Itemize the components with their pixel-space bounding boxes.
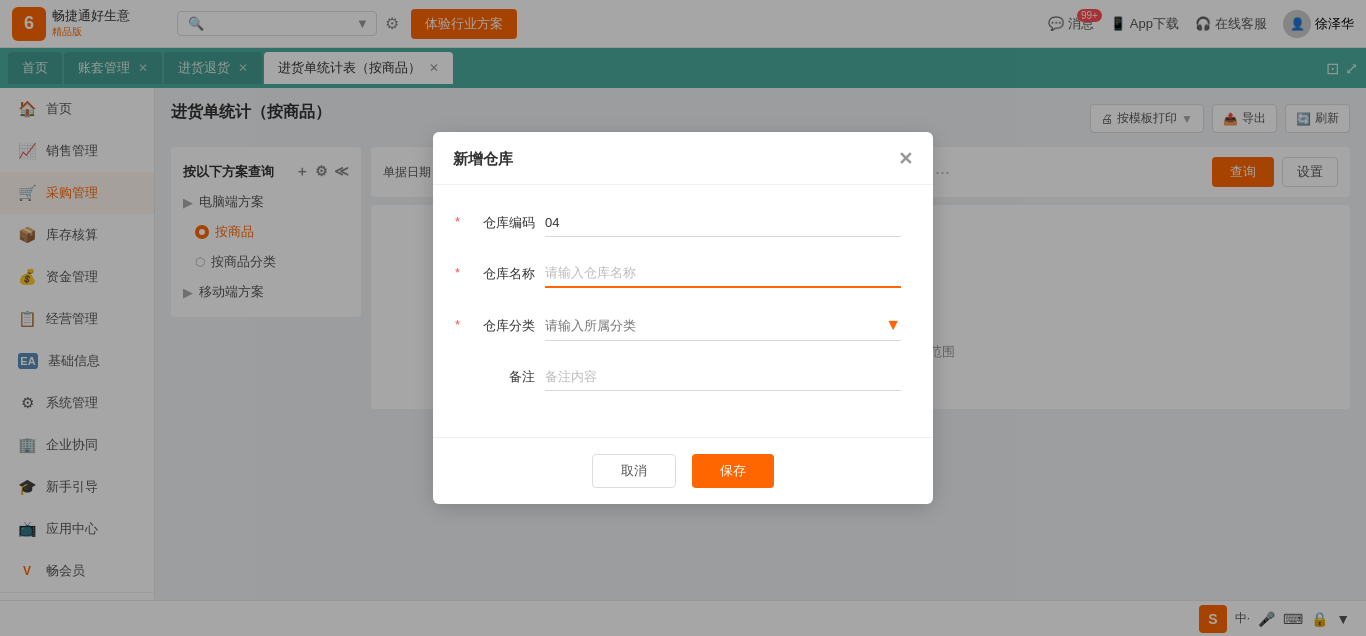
name-input[interactable] <box>545 259 901 288</box>
code-label: 仓库编码 <box>465 214 535 232</box>
new-warehouse-dialog: 新增仓库 ✕ 仓库编码 仓库名称 仓库分类 ▼ 备注 <box>433 132 933 504</box>
form-row-code: 仓库编码 <box>465 209 901 237</box>
form-row-name: 仓库名称 <box>465 259 901 288</box>
remark-input[interactable] <box>545 363 901 391</box>
dialog-body: 仓库编码 仓库名称 仓库分类 ▼ 备注 <box>433 185 933 437</box>
name-label: 仓库名称 <box>465 265 535 283</box>
modal-overlay[interactable]: 新增仓库 ✕ 仓库编码 仓库名称 仓库分类 ▼ 备注 <box>0 0 1366 636</box>
cancel-button[interactable]: 取消 <box>592 454 676 488</box>
category-input[interactable] <box>545 318 885 333</box>
code-input[interactable] <box>545 209 901 237</box>
dialog-header: 新增仓库 ✕ <box>433 132 933 185</box>
save-button[interactable]: 保存 <box>692 454 774 488</box>
form-row-category: 仓库分类 ▼ <box>465 310 901 341</box>
dialog-title: 新增仓库 <box>453 150 513 169</box>
remark-label: 备注 <box>465 368 535 386</box>
dialog-footer: 取消 保存 <box>433 437 933 504</box>
category-select[interactable]: ▼ <box>545 310 901 341</box>
form-row-remark: 备注 <box>465 363 901 391</box>
dialog-close-button[interactable]: ✕ <box>898 148 913 170</box>
category-label: 仓库分类 <box>465 317 535 335</box>
category-arrow-icon: ▼ <box>885 316 901 334</box>
